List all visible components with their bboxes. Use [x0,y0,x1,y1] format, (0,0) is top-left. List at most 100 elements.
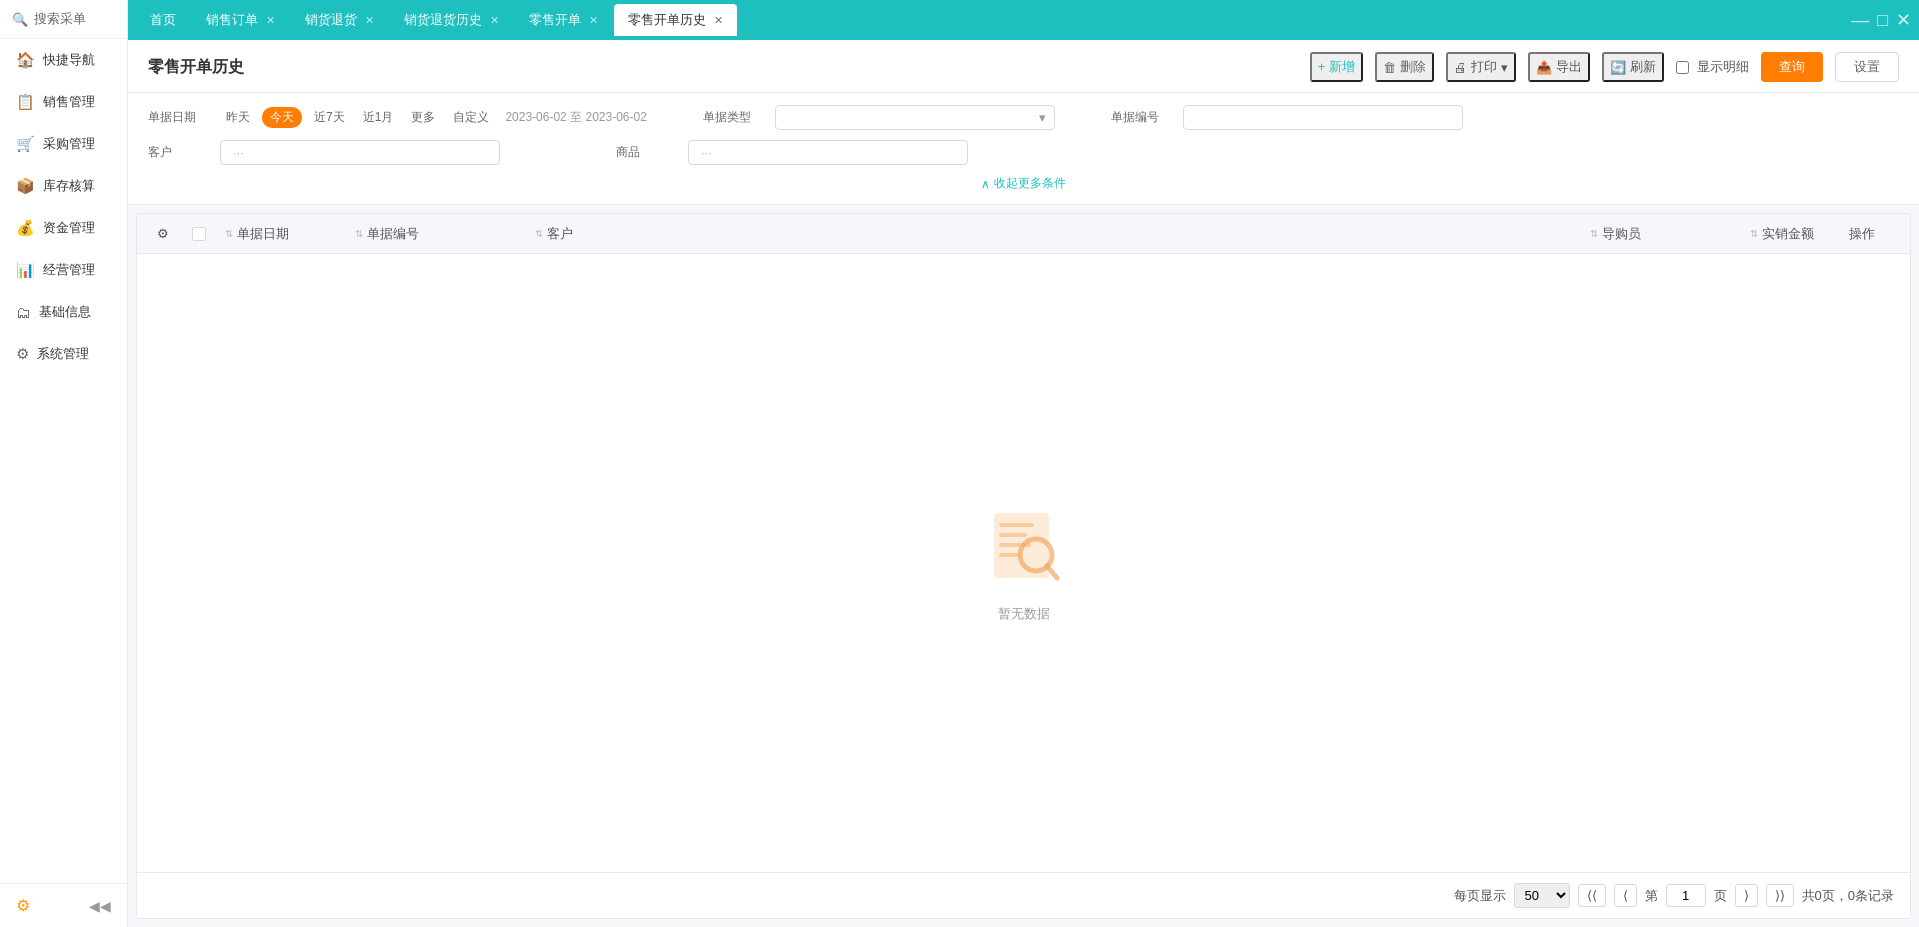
system-icon: ⚙ [16,345,29,363]
sort-icon: ⇅ [225,228,233,239]
tab-retail-open-close[interactable]: ✕ [589,14,598,27]
print-dropdown-icon: ▾ [1501,60,1508,75]
sidebar-item-finance[interactable]: 💰 资金管理 [0,207,127,249]
refresh-icon: 🔄 [1610,60,1626,75]
print-button[interactable]: 🖨 打印 ▾ [1446,52,1516,82]
more-btn[interactable]: 更多 [405,107,441,128]
pagination-summary: 共0页，0条记录 [1802,887,1894,905]
table-amount-col[interactable]: ⇅ 实销金额 [1702,225,1822,243]
page-label: 第 [1645,887,1658,905]
today-btn[interactable]: 今天 [262,107,302,128]
next-page-button[interactable]: ⟩ [1735,884,1758,907]
page-input[interactable] [1666,884,1706,907]
last-page-button[interactable]: ⟩⟩ [1766,884,1794,907]
tab-sales-return-history-label: 销货退货历史 [404,11,482,29]
add-button[interactable]: + 新增 [1310,52,1363,82]
collapse-filter-btn[interactable]: ∧ 收起更多条件 [148,175,1899,192]
tab-retail-open-label: 零售开单 [529,11,581,29]
sidebar-item-label: 经营管理 [43,261,95,279]
tab-sales-return[interactable]: 销货退货 ✕ [291,4,388,36]
goods-filter-input[interactable]: ··· [688,140,968,165]
per-page-label: 每页显示 [1454,887,1506,905]
display-checkbox[interactable] [1676,61,1689,74]
table-customer-col[interactable]: ⇅ 客户 [527,225,1582,243]
svg-rect-4 [999,553,1019,557]
delete-icon: 🗑 [1383,60,1396,75]
date-range-display: 2023-06-02 至 2023-06-02 [505,109,646,126]
sidebar-item-system[interactable]: ⚙ 系统管理 [0,333,127,375]
table-no-col[interactable]: ⇅ 单据编号 [347,225,527,243]
sidebar-gear-button[interactable]: ⚙ [16,896,30,915]
finance-icon: 💰 [16,219,35,237]
display-toggle[interactable]: 显示明细 [1676,58,1749,76]
yesterday-btn[interactable]: 昨天 [220,107,256,128]
sidebar-item-label: 库存核算 [43,177,95,195]
tab-home-label: 首页 [150,11,176,29]
filter-row-2: 客户 ··· 商品 ··· [148,140,1899,165]
sales-icon: 📋 [16,93,35,111]
sidebar-collapse-button[interactable]: ◀◀ [89,898,111,914]
sidebar-item-purchase[interactable]: 🛒 采购管理 [0,123,127,165]
last7days-btn[interactable]: 近7天 [308,107,351,128]
tab-sales-order-label: 销售订单 [206,11,258,29]
table-settings-col[interactable]: ⚙ [145,226,181,241]
no-filter-input[interactable] [1183,105,1463,130]
page-header: 零售开单历史 + 新增 🗑 删除 🖨 打印 ▾ 📤 导出 [128,40,1919,93]
table-guide-col[interactable]: ⇅ 导购员 [1582,225,1702,243]
sidebar-item-operation[interactable]: 📊 经营管理 [0,249,127,291]
tab-sales-return-label: 销货退货 [305,11,357,29]
table-header: ⚙ ⇅ 单据日期 ⇅ 单据编号 ⇅ 客户 ⇅ [137,214,1910,254]
sort-icon: ⇅ [535,228,543,239]
window-maximize-button[interactable]: □ [1877,10,1888,31]
first-page-button[interactable]: ⟨⟨ [1578,884,1606,907]
type-filter-select[interactable]: ▾ [775,105,1055,130]
tab-sales-return-history[interactable]: 销货退货历史 ✕ [390,4,513,36]
content-area: 零售开单历史 + 新增 🗑 删除 🖨 打印 ▾ 📤 导出 [128,40,1919,927]
tab-retail-open-history-close[interactable]: ✕ [714,14,723,27]
tab-retail-open-history[interactable]: 零售开单历史 ✕ [614,4,737,36]
customer-filter-label: 客户 [148,144,204,161]
no-filter-label: 单据编号 [1111,109,1167,126]
export-button[interactable]: 📤 导出 [1528,52,1590,82]
main-area: 首页 销售订单 ✕ 销货退货 ✕ 销货退货历史 ✕ 零售开单 ✕ 零售开单历史 … [128,0,1919,927]
tab-bar-right: — □ ✕ [1851,9,1911,31]
customer-filter-input[interactable]: ··· [220,140,500,165]
last1month-btn[interactable]: 近1月 [357,107,400,128]
tab-sales-return-close[interactable]: ✕ [365,14,374,27]
date-shortcuts: 昨天 今天 近7天 近1月 更多 自定义 2023-06-02 至 2023-0… [220,107,647,128]
tab-home[interactable]: 首页 [136,4,190,36]
table-container: ⚙ ⇅ 单据日期 ⇅ 单据编号 ⇅ 客户 ⇅ [136,213,1911,919]
sidebar-item-sales[interactable]: 📋 销售管理 [0,81,127,123]
window-close-button[interactable]: ✕ [1896,9,1911,31]
sidebar-item-quick-nav[interactable]: 🏠 快捷导航 [0,39,127,81]
setting-button[interactable]: 设置 [1835,52,1899,82]
delete-button[interactable]: 🗑 删除 [1375,52,1434,82]
sidebar-search[interactable]: 🔍 搜索采单 [0,0,127,39]
refresh-button[interactable]: 🔄 刷新 [1602,52,1664,82]
per-page-select[interactable]: 50 10 20 100 [1514,883,1570,908]
tab-retail-open[interactable]: 零售开单 ✕ [515,4,612,36]
svg-rect-2 [999,533,1027,537]
tab-sales-order[interactable]: 销售订单 ✕ [192,4,289,36]
sidebar-item-basic[interactable]: 🗂 基础信息 [0,291,127,333]
toolbar: + 新增 🗑 删除 🖨 打印 ▾ 📤 导出 🔄 [1310,52,1899,82]
custom-btn[interactable]: 自定义 [447,107,495,128]
sidebar-item-inventory[interactable]: 📦 库存核算 [0,165,127,207]
tab-sales-order-close[interactable]: ✕ [266,14,275,27]
sidebar-footer: ⚙ ◀◀ [0,883,127,927]
print-icon: 🖨 [1454,60,1467,75]
prev-page-button[interactable]: ⟨ [1614,884,1637,907]
select-all-checkbox[interactable] [192,227,206,241]
sidebar-item-label: 系统管理 [37,345,89,363]
table-action-col: 操作 [1822,225,1902,243]
chevron-up-icon: ∧ [981,177,990,191]
operation-icon: 📊 [16,261,35,279]
sidebar-item-label: 基础信息 [39,303,91,321]
window-minimize-button[interactable]: — [1851,10,1869,31]
table-date-col[interactable]: ⇅ 单据日期 [217,225,347,243]
tab-sales-return-history-close[interactable]: ✕ [490,14,499,27]
query-button[interactable]: 查询 [1761,52,1823,82]
table-check-col[interactable] [181,227,217,241]
pagination: 每页显示 50 10 20 100 ⟨⟨ ⟨ 第 页 ⟩ ⟩⟩ 共0页，0条记录 [137,872,1910,918]
sidebar-item-label: 资金管理 [43,219,95,237]
